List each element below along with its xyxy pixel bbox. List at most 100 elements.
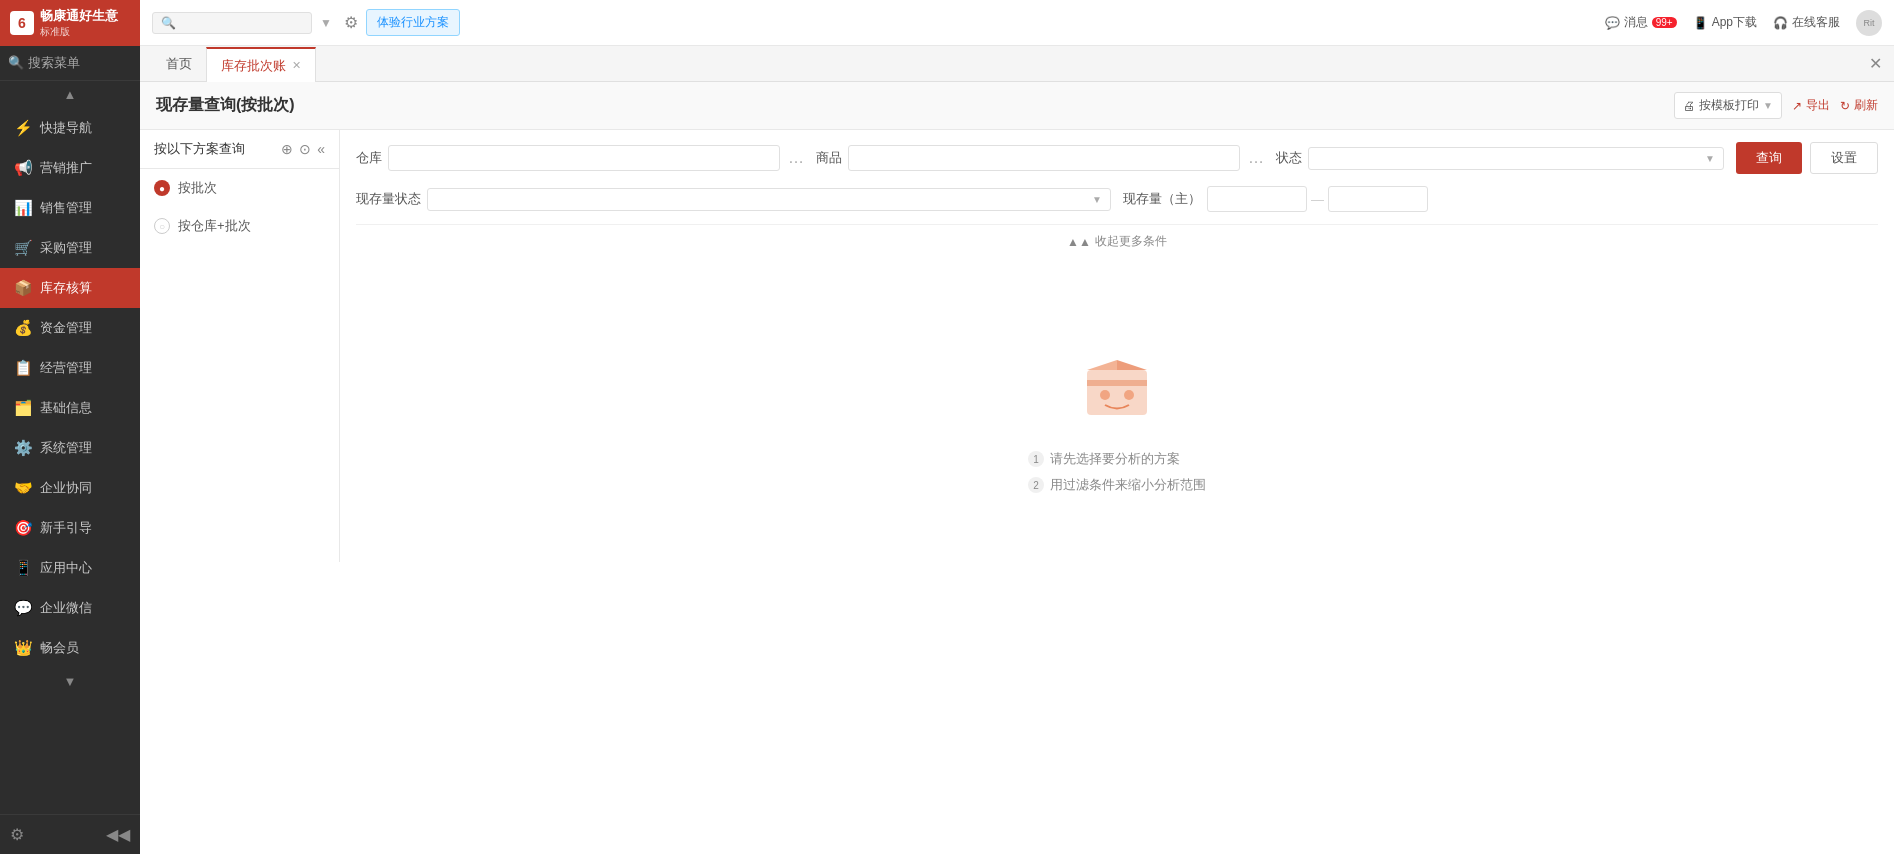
sidebar-item-vip[interactable]: 👑 畅会员 [0,628,140,668]
sidebar-item-basic[interactable]: 🗂️ 基础信息 [0,388,140,428]
app-download-icon: 📱 [1693,16,1708,30]
messages-btn[interactable]: 💬 消息 99+ [1605,14,1677,31]
sidebar-item-marketing[interactable]: 📢 营销推广 [0,148,140,188]
filter-sidebar-title: 按以下方案查询 [154,140,245,158]
sidebar-item-app-center[interactable]: 📱 应用中心 [0,548,140,588]
inventory-label: 库存核算 [40,279,92,297]
export-label: 导出 [1806,97,1830,114]
sidebar-item-purchase[interactable]: 🛒 采购管理 [0,228,140,268]
add-scheme-icon[interactable]: ⊕ [281,141,293,157]
collapse-sidebar-icon[interactable]: ◀◀ [106,825,130,844]
sidebar-scroll-up[interactable]: ▲ [0,81,140,108]
user-avatar-btn[interactable]: Rit [1856,10,1882,36]
refresh-btn[interactable]: ↻ 刷新 [1840,97,1878,114]
filter-item-by-warehouse-batch[interactable]: ○ 按仓库+批次 [140,207,339,245]
product-input[interactable] [848,145,1240,171]
form-buttons: 查询 设置 [1736,142,1878,174]
avatar: Rit [1856,10,1882,36]
page-header: 现存量查询(按批次) 🖨 按模板打印 ▼ ↗ 导出 ↻ 刷新 [140,82,1894,130]
collapse-more-btn[interactable]: ▲▲ 收起更多条件 [356,224,1878,258]
tip-num-2: 2 [1028,477,1044,493]
status-dropdown-icon: ▼ [1705,153,1715,164]
sidebar-search[interactable]: 🔍 搜索菜单 [0,46,140,81]
inventory-qty-min[interactable] [1207,186,1307,212]
product-field: 商品 … [816,145,1264,171]
filter-form: 仓库 … 商品 … 状态 [340,130,1894,270]
sidebar-item-new-guide[interactable]: 🎯 新手引导 [0,508,140,548]
enterprise-wechat-icon: 💬 [14,599,32,617]
settings-footer-icon[interactable]: ⚙ [10,825,24,844]
marketing-icon: 📢 [14,159,32,177]
tab-home-label: 首页 [166,55,192,73]
topbar-search-area[interactable]: 🔍 [152,12,312,34]
inventory-status-dropdown-icon: ▼ [1092,194,1102,205]
print-icon: 🖨 [1683,99,1695,113]
content: 现存量查询(按批次) 🖨 按模板打印 ▼ ↗ 导出 ↻ 刷新 [140,82,1894,854]
sidebar-item-quick-nav[interactable]: ⚡ 快捷导航 [0,108,140,148]
sidebar-item-sales[interactable]: 📊 销售管理 [0,188,140,228]
status-select[interactable]: ▼ [1308,147,1724,170]
filter-area: 按以下方案查询 ⊕ ⊙ « ● 按批次 ○ 按仓库+批次 [140,130,1894,562]
topbar-gear-icon[interactable]: ⚙ [344,13,358,32]
app-download-btn[interactable]: 📱 App下载 [1693,14,1757,31]
filter-sidebar: 按以下方案查询 ⊕ ⊙ « ● 按批次 ○ 按仓库+批次 [140,130,340,562]
warehouse-label: 仓库 [356,149,382,167]
refresh-icon: ↻ [1840,99,1850,113]
tip-text-1: 请先选择要分析的方案 [1050,450,1180,468]
main-area: 🔍 ▼ ⚙ 体验行业方案 💬 消息 99+ 📱 App下载 🎧 在线客服 Rit [140,0,1894,854]
topbar-search-icon: 🔍 [161,16,176,30]
empty-tip-2: 2 用过滤条件来缩小分析范围 [1028,476,1206,494]
export-btn[interactable]: ↗ 导出 [1792,97,1830,114]
finance-icon: 💰 [14,319,32,337]
tab-bar-close-btn[interactable]: ✕ [1869,54,1882,73]
print-dropdown-icon[interactable]: ▼ [1763,100,1773,111]
sidebar-item-inventory[interactable]: 📦 库存核算 [0,268,140,308]
print-btn[interactable]: 🖨 按模板打印 ▼ [1674,92,1782,119]
sidebar-footer: ⚙ ◀◀ [0,814,140,854]
inventory-icon: 📦 [14,279,32,297]
empty-svg [1067,330,1167,430]
filter-sidebar-header: 按以下方案查询 ⊕ ⊙ « [140,130,339,169]
sidebar-item-system[interactable]: ⚙️ 系统管理 [0,428,140,468]
inventory-qty-range: — [1207,186,1878,212]
by-warehouse-batch-dot: ○ [154,218,170,234]
query-button[interactable]: 查询 [1736,142,1802,174]
page-title: 现存量查询(按批次) [156,95,295,116]
trial-btn[interactable]: 体验行业方案 [366,9,460,36]
sidebar-item-enterprise-wechat[interactable]: 💬 企业微信 [0,588,140,628]
purchase-label: 采购管理 [40,239,92,257]
online-service-btn[interactable]: 🎧 在线客服 [1773,14,1840,31]
inventory-qty-max[interactable] [1328,186,1428,212]
empty-tips: 1 请先选择要分析的方案 2 用过滤条件来缩小分析范围 [1028,450,1206,502]
tab-close-icon[interactable]: ✕ [292,59,301,72]
sidebar-scroll-down[interactable]: ▼ [0,668,140,695]
tab-home[interactable]: 首页 [152,47,206,81]
warehouse-input[interactable] [388,145,780,171]
collapse-filter-sidebar-icon[interactable]: « [317,141,325,157]
tab-inventory-batch-label: 库存批次账 [221,57,286,75]
warehouse-more-icon[interactable]: … [788,149,804,167]
sidebar-item-finance[interactable]: 💰 资金管理 [0,308,140,348]
sidebar-item-enterprise-collab[interactable]: 🤝 企业协同 [0,468,140,508]
app-download-label: App下载 [1712,14,1757,31]
filter-item-by-batch[interactable]: ● 按批次 [140,169,339,207]
app-version: 标准版 [40,25,118,38]
settings-button[interactable]: 设置 [1810,142,1878,174]
app-name-block: 畅康通好生意 标准版 [40,8,118,38]
scheme-settings-icon[interactable]: ⊙ [299,141,311,157]
filter-row-2: 现存量状态 ▼ 现存量（主） — [356,186,1878,212]
tip-text-2: 用过滤条件来缩小分析范围 [1050,476,1206,494]
topbar-search-input[interactable] [180,16,303,30]
tab-inventory-batch[interactable]: 库存批次账 ✕ [206,47,316,83]
content-inner: 现存量查询(按批次) 🖨 按模板打印 ▼ ↗ 导出 ↻ 刷新 [140,82,1894,854]
sidebar-item-operations[interactable]: 📋 经营管理 [0,348,140,388]
new-guide-label: 新手引导 [40,519,92,537]
print-label: 按模板打印 [1699,97,1759,114]
collapse-label: 收起更多条件 [1095,233,1167,250]
svg-marker-2 [1117,360,1147,370]
product-more-icon[interactable]: … [1248,149,1264,167]
inventory-status-select[interactable]: ▼ [427,188,1111,211]
svg-point-4 [1100,390,1110,400]
vip-icon: 👑 [14,639,32,657]
topbar-dropdown-icon[interactable]: ▼ [320,16,332,30]
